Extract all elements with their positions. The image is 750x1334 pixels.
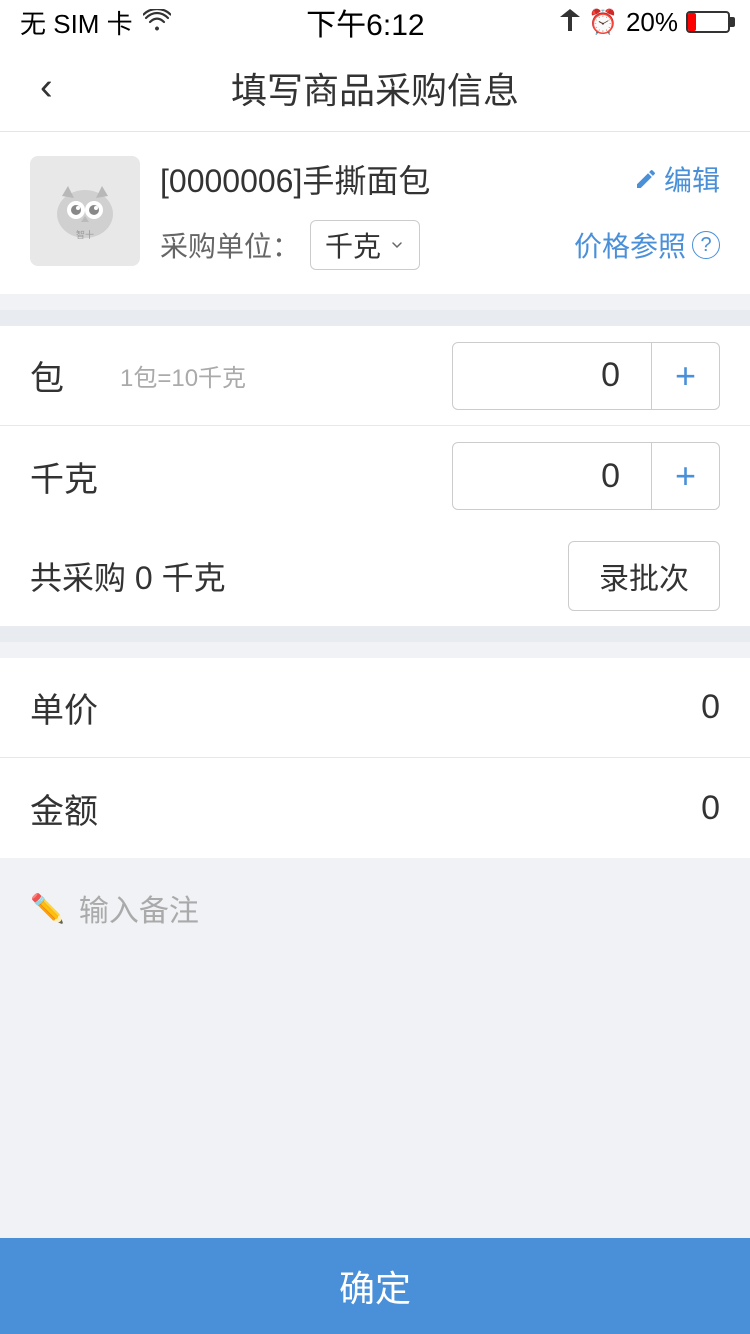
bao-label: 包	[30, 351, 110, 400]
amount-row: 金额 0	[0, 758, 750, 858]
wifi-icon	[143, 7, 171, 38]
unit-price-row: 单价 0	[0, 658, 750, 758]
kg-input-control: +	[452, 442, 720, 510]
kg-plus-button[interactable]: +	[652, 442, 720, 510]
time-label: 下午6:12	[306, 0, 424, 44]
pencil-icon: ✏️	[30, 892, 65, 925]
unit-price-label: 单价	[30, 683, 98, 732]
unit-row: 采购单位： 千克 价格参照 ?	[160, 220, 720, 270]
price-info-section: 单价 0 金额 0	[0, 658, 750, 858]
price-ref-button[interactable]: 价格参照 ?	[574, 225, 720, 265]
product-name-row: [0000006]手撕面包 编辑	[160, 156, 720, 202]
svg-text:智十: 智十	[76, 229, 94, 240]
bao-input-row: 包 1包=10千克 +	[0, 326, 750, 426]
unit-select[interactable]: 千克	[310, 220, 420, 270]
carrier-label: 无 SIM 卡	[20, 4, 133, 41]
quantity-section: 包 1包=10千克 + 千克 +	[0, 326, 750, 526]
confirm-button-label: 确定	[339, 1260, 411, 1312]
product-info: [0000006]手撕面包 编辑 采购单位： 千克 价格参照	[160, 156, 720, 270]
product-card: 智十 [0000006]手撕面包 编辑 采购单位： 千克	[0, 132, 750, 294]
alarm-icon: ⏰	[588, 8, 618, 37]
summary-text: 共采购 0 千克	[30, 553, 226, 599]
confirm-bar[interactable]: 确定	[0, 1238, 750, 1334]
back-button[interactable]: ‹	[30, 56, 63, 119]
content-spacer	[0, 958, 750, 1258]
remark-placeholder: 输入备注	[79, 886, 199, 930]
bao-plus-button[interactable]: +	[652, 342, 720, 410]
summary-row: 共采购 0 千克 录批次	[0, 526, 750, 626]
status-bar-right: ⏰ 20%	[560, 7, 730, 38]
location-icon	[560, 7, 580, 38]
amount-value: 0	[701, 789, 720, 828]
product-name: [0000006]手撕面包	[160, 156, 430, 202]
amount-label: 金额	[30, 784, 98, 833]
bao-input-control: +	[452, 342, 720, 410]
status-bar-left: 无 SIM 卡	[20, 4, 171, 41]
page-title: 填写商品采购信息	[231, 62, 519, 114]
kg-qty-input[interactable]	[452, 442, 652, 510]
unit-price-value: 0	[701, 688, 720, 727]
battery-percent: 20%	[626, 7, 678, 38]
remark-section[interactable]: ✏️ 输入备注	[0, 858, 750, 958]
kg-input-row: 千克 +	[0, 426, 750, 526]
status-bar: 无 SIM 卡 下午6:12 ⏰ 20%	[0, 0, 750, 44]
edit-button[interactable]: 编辑	[634, 159, 720, 199]
nav-bar: ‹ 填写商品采购信息	[0, 44, 750, 132]
batch-button[interactable]: 录批次	[568, 541, 720, 611]
divider-1	[0, 310, 750, 326]
product-thumbnail: 智十	[30, 156, 140, 266]
kg-label: 千克	[30, 452, 110, 501]
help-icon: ?	[692, 231, 720, 259]
battery-icon	[686, 11, 730, 33]
unit-label: 采购单位：	[160, 225, 300, 265]
bao-hint: 1包=10千克	[120, 358, 452, 393]
bao-qty-input[interactable]	[452, 342, 652, 410]
divider-2	[0, 626, 750, 642]
